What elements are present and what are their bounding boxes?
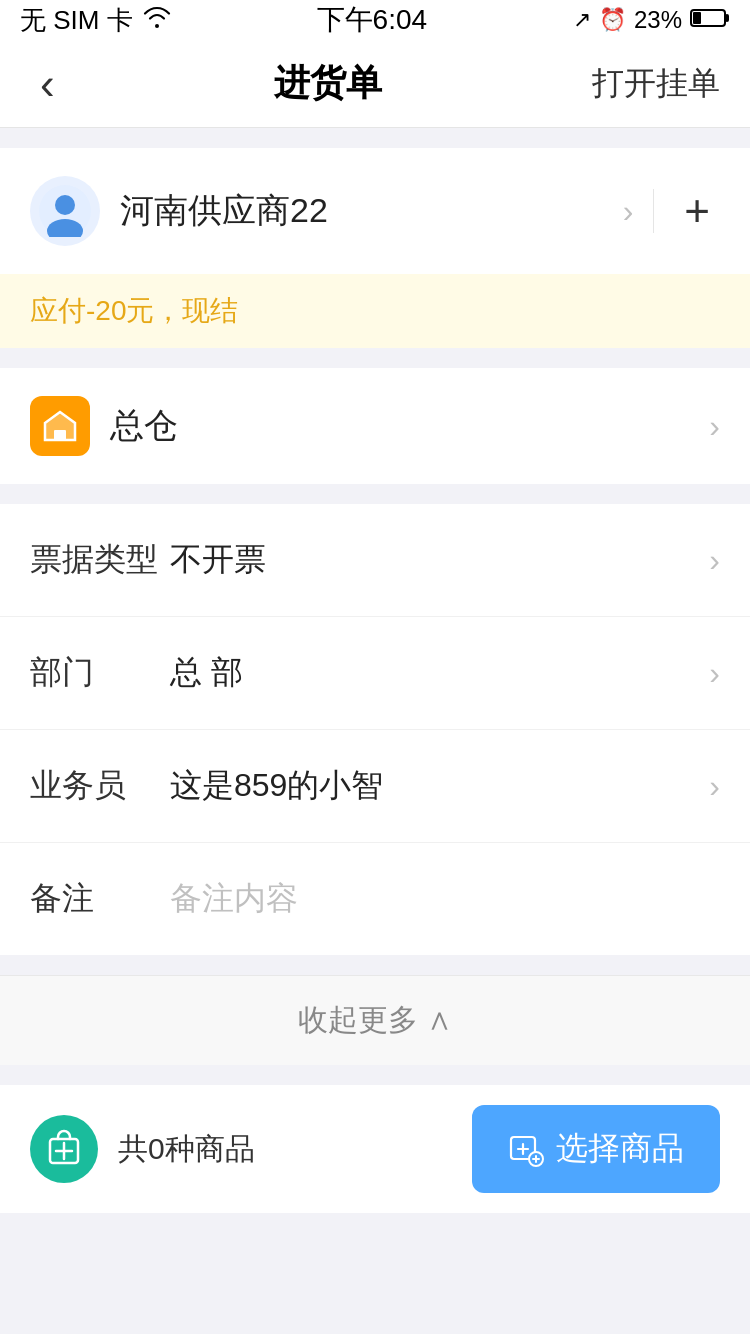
empty-fill: [0, 1213, 750, 1334]
remark-label: 备注: [30, 877, 170, 921]
notice-bar: 应付-20元，现结: [0, 274, 750, 348]
supplier-row[interactable]: 河南供应商22 › +: [0, 148, 750, 274]
dept-chevron-icon: ›: [709, 655, 720, 692]
supplier-avatar: [30, 176, 100, 246]
battery-label: 23%: [634, 6, 682, 34]
location-icon: ↗: [573, 7, 591, 33]
alarm-icon: ⏰: [599, 7, 626, 33]
battery-icon: [690, 5, 730, 36]
sales-row[interactable]: 业务员 这是859的小智 ›: [0, 730, 750, 843]
bottom-bar: 共0种商品 选择商品: [0, 1085, 750, 1213]
dept-row[interactable]: 部门 总 部 ›: [0, 617, 750, 730]
dept-value: 总 部: [170, 651, 709, 695]
carrier-label: 无 SIM 卡: [20, 3, 133, 38]
invoice-row[interactable]: 票据类型 不开票 ›: [0, 504, 750, 617]
select-product-label: 选择商品: [556, 1127, 684, 1171]
add-supplier-button[interactable]: +: [653, 189, 720, 233]
svg-rect-1: [693, 12, 701, 24]
wifi-icon: [143, 6, 171, 34]
product-icon: [30, 1115, 98, 1183]
supplier-chevron-icon: ›: [623, 193, 634, 230]
sales-chevron-icon: ›: [709, 768, 720, 805]
invoice-value: 不开票: [170, 538, 709, 582]
invoice-chevron-icon: ›: [709, 542, 720, 579]
section-divider-1: [0, 128, 750, 148]
invoice-label: 票据类型: [30, 538, 170, 582]
svg-rect-6: [54, 430, 66, 440]
select-product-button[interactable]: 选择商品: [472, 1105, 720, 1193]
open-pending-button[interactable]: 打开挂单: [592, 62, 720, 106]
warehouse-row[interactable]: 总仓 ›: [0, 368, 750, 484]
remark-input[interactable]: 备注内容: [170, 877, 720, 921]
status-left: 无 SIM 卡: [20, 3, 171, 38]
remark-row[interactable]: 备注 备注内容: [0, 843, 750, 955]
nav-bar: ‹ 进货单 打开挂单: [0, 40, 750, 128]
product-count: 共0种商品: [118, 1129, 452, 1170]
svg-rect-2: [725, 14, 729, 22]
collapse-button[interactable]: 收起更多 ∧: [0, 975, 750, 1065]
dept-label: 部门: [30, 651, 170, 695]
warehouse-name: 总仓: [110, 403, 709, 449]
status-right: ↗ ⏰ 23%: [573, 5, 730, 36]
supplier-section: 河南供应商22 › + 应付-20元，现结: [0, 148, 750, 348]
sales-label: 业务员: [30, 764, 170, 808]
page-title: 进货单: [274, 59, 382, 108]
back-button[interactable]: ‹: [30, 52, 65, 116]
warehouse-chevron-icon: ›: [709, 408, 720, 445]
supplier-name: 河南供应商22: [120, 188, 623, 234]
notice-text: 应付-20元，现结: [30, 295, 238, 326]
form-section: 票据类型 不开票 › 部门 总 部 › 业务员 这是859的小智 › 备注 备注…: [0, 504, 750, 955]
warehouse-icon: [30, 396, 90, 456]
sales-value: 这是859的小智: [170, 764, 709, 808]
time-label: 下午6:04: [317, 1, 428, 39]
status-bar: 无 SIM 卡 下午6:04 ↗ ⏰ 23%: [0, 0, 750, 40]
svg-point-4: [55, 195, 75, 215]
